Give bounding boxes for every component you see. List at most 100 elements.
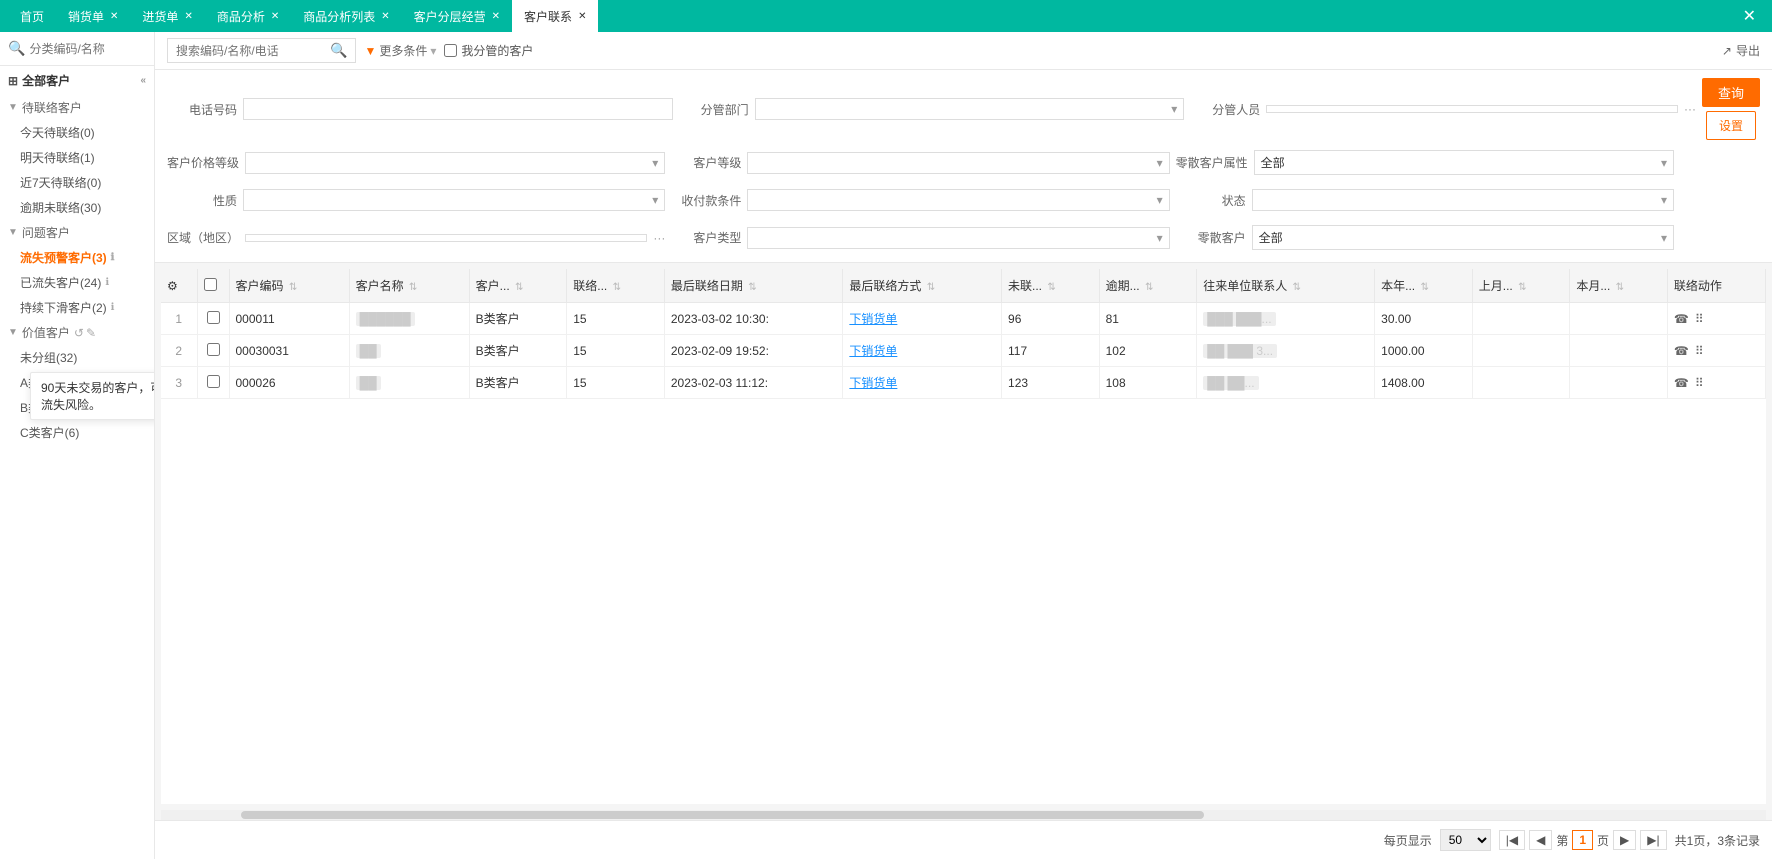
sidebar-item-overdue-contact[interactable]: 逾期未联络(30) — [0, 195, 154, 220]
customer-type-select[interactable]: ▾ — [747, 227, 1169, 249]
row-checkbox[interactable] — [207, 343, 220, 356]
prev-page-button[interactable]: ◀ — [1529, 830, 1552, 850]
next-page-button[interactable]: ▶ — [1613, 830, 1636, 850]
page-size-select[interactable]: 50 100 200 — [1440, 829, 1491, 851]
tab-analysis-list[interactable]: 商品分析列表 ✕ — [291, 0, 401, 32]
tab-customer-contact[interactable]: 客户联系 ✕ — [512, 0, 598, 32]
more-options-icon[interactable]: ··· — [653, 231, 665, 245]
more-options-icon[interactable]: ··· — [1684, 102, 1696, 116]
contact-icon[interactable]: ☎ — [1674, 312, 1689, 326]
my-managed-checkbox[interactable] — [444, 44, 457, 57]
close-icon[interactable]: ✕ — [110, 11, 118, 22]
region-select[interactable] — [245, 234, 647, 242]
unit-contact-column-header[interactable]: 往来单位联系人 ⇅ — [1197, 269, 1375, 303]
more-actions-icon[interactable]: ⠿ — [1695, 344, 1704, 358]
sidebar-item-ungroup[interactable]: 未分组(32) — [0, 345, 154, 370]
filter-search-input[interactable] — [176, 44, 326, 58]
checkbox-column-header[interactable] — [197, 269, 229, 303]
tab-analysis[interactable]: 商品分析 ✕ — [205, 0, 291, 32]
zero-attribute-select[interactable]: 全部 ▾ — [1254, 150, 1674, 175]
sidebar-search-input[interactable] — [29, 42, 146, 56]
export-button[interactable]: ↗ 导出 — [1722, 42, 1760, 59]
row-checkbox[interactable] — [207, 375, 220, 388]
per-page-label: 每页显示 — [1384, 832, 1432, 849]
edit-icon[interactable]: ✎ — [86, 326, 96, 340]
settings-column-header[interactable]: ⚙ — [161, 269, 197, 303]
code-column-header[interactable]: 客户编码 ⇅ — [229, 269, 349, 303]
horizontal-scrollbar[interactable] — [161, 810, 1766, 820]
name-column-header[interactable]: 客户名称 ⇅ — [349, 269, 469, 303]
tab-home[interactable]: 首页 — [8, 0, 56, 32]
more-conditions-button[interactable]: ▼ 更多条件 ▾ — [364, 42, 436, 59]
customer-level-select[interactable]: ▾ — [747, 152, 1169, 174]
sidebar-section-problem[interactable]: ▼ 问题客户 — [0, 220, 154, 245]
row-checkbox[interactable] — [207, 311, 220, 324]
first-page-button[interactable]: |◀ — [1499, 830, 1525, 850]
action-cell[interactable]: ☎ ⠿ — [1667, 335, 1765, 367]
phone-input[interactable] — [243, 98, 673, 120]
close-icon[interactable]: ✕ — [271, 11, 279, 22]
sidebar-item-today-contact[interactable]: 今天待联络(0) — [0, 120, 154, 145]
last-contact-method[interactable]: 下销货单 — [843, 367, 1002, 399]
all-customers-header[interactable]: ⊞ 全部客户 « — [0, 66, 154, 95]
price-level-select[interactable]: ▾ — [245, 152, 665, 174]
row-checkbox-cell[interactable] — [197, 335, 229, 367]
status-select[interactable]: ▾ — [1252, 189, 1674, 211]
row-num: 2 — [161, 335, 197, 367]
last-method-column-header[interactable]: 最后联络方式 ⇅ — [843, 269, 1002, 303]
this-year-column-header[interactable]: 本年... ⇅ — [1375, 269, 1473, 303]
zero-customer-select[interactable]: 全部 ▾ — [1252, 225, 1674, 250]
query-button[interactable]: 查询 — [1702, 78, 1760, 107]
sidebar-item-tomorrow-contact[interactable]: 明天待联络(1) — [0, 145, 154, 170]
manager-select[interactable] — [1266, 105, 1678, 113]
overdue-column-header[interactable]: 逾期... ⇅ — [1099, 269, 1197, 303]
sidebar-item-7days-contact[interactable]: 近7天待联络(0) — [0, 170, 154, 195]
tab-customer-tier[interactable]: 客户分层经营 ✕ — [402, 0, 512, 32]
action-cell[interactable]: ☎ ⠿ — [1667, 367, 1765, 399]
customer-type: B类客户 — [469, 335, 567, 367]
last-date-column-header[interactable]: 最后联络日期 ⇅ — [664, 269, 843, 303]
current-page-button[interactable]: 1 — [1572, 830, 1593, 850]
more-actions-icon[interactable]: ⠿ — [1695, 376, 1704, 390]
nature-select[interactable]: ▾ — [243, 189, 665, 211]
row-num: 1 — [161, 303, 197, 335]
this-month-column-header[interactable]: 本月... ⇅ — [1570, 269, 1668, 303]
type-column-header[interactable]: 客户... ⇅ — [469, 269, 567, 303]
select-all-checkbox[interactable] — [204, 278, 217, 291]
sidebar-item-declining[interactable]: 持续下滑客户(2) ℹ — [0, 295, 154, 320]
more-actions-icon[interactable]: ⠿ — [1695, 312, 1704, 326]
tab-purchase[interactable]: 进货单 ✕ — [130, 0, 204, 32]
close-icon[interactable]: ✕ — [492, 11, 500, 22]
zero-customer-field: 零散客户 全部 ▾ — [1176, 221, 1674, 254]
refresh-icon[interactable]: ↺ — [74, 326, 84, 340]
close-icon[interactable]: ✕ — [184, 11, 192, 22]
row-checkbox-cell[interactable] — [197, 367, 229, 399]
department-select[interactable]: ▾ — [755, 98, 1185, 120]
contact-icon[interactable]: ☎ — [1674, 344, 1689, 358]
payment-select[interactable]: ▾ — [747, 189, 1169, 211]
settings-button[interactable]: 设置 — [1706, 111, 1756, 140]
contact-icon[interactable]: ☎ — [1674, 376, 1689, 390]
last-month-column-header[interactable]: 上月... ⇅ — [1472, 269, 1570, 303]
last-contact-method[interactable]: 下销货单 — [843, 335, 1002, 367]
sidebar-item-churned[interactable]: 已流失客户(24) ℹ — [0, 270, 154, 295]
contact-column-header[interactable]: 联络... ⇅ — [567, 269, 665, 303]
last-page-button[interactable]: ▶| — [1640, 830, 1666, 850]
sidebar-item-c-class[interactable]: C类客户(6) — [0, 420, 154, 445]
my-managed-checkbox-label[interactable]: 我分管的客户 — [444, 42, 533, 59]
close-window-button[interactable]: ✕ — [1735, 6, 1764, 26]
uncontacted-column-header[interactable]: 未联... ⇅ — [1002, 269, 1100, 303]
sidebar-section-pending[interactable]: ▼ 待联络客户 — [0, 95, 154, 120]
scrollbar-thumb[interactable] — [241, 811, 1204, 819]
sort-icon: ⇅ — [1145, 282, 1153, 293]
filter-search-icon[interactable]: 🔍 — [330, 42, 347, 59]
sidebar-item-churn-warning[interactable]: 流失预警客户(3) ℹ — [0, 245, 154, 270]
sidebar-section-value[interactable]: ▼ 价值客户 ↺ ✎ — [0, 320, 154, 345]
row-checkbox-cell[interactable] — [197, 303, 229, 335]
tab-sales[interactable]: 销货单 ✕ — [56, 0, 130, 32]
close-icon[interactable]: ✕ — [381, 11, 389, 22]
last-contact-method[interactable]: 下销货单 — [843, 303, 1002, 335]
close-icon[interactable]: ✕ — [578, 11, 586, 22]
customer-code: 000026 — [229, 367, 349, 399]
action-cell[interactable]: ☎ ⠿ — [1667, 303, 1765, 335]
